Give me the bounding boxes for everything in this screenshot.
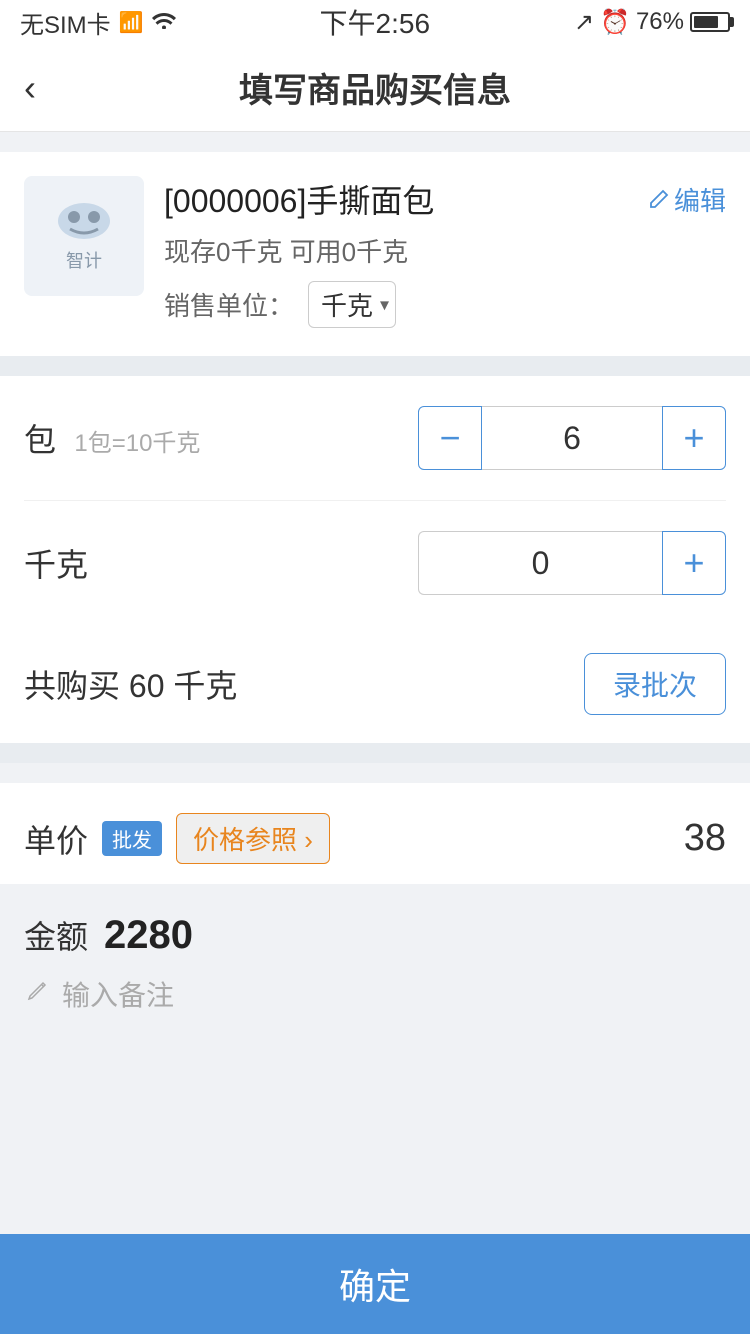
price-label-group: 单价 批发 价格参照 › [24, 813, 330, 864]
batch-button[interactable]: 录批次 [584, 653, 726, 715]
amount-section: 金额 2280 输入备注 [0, 884, 750, 1042]
kg-input-row: 千克 + [24, 501, 726, 625]
battery-icon [690, 12, 730, 32]
confirm-bar[interactable]: 确定 [0, 1234, 750, 1334]
remark-icon [24, 977, 52, 1012]
status-bar: 无SIM卡 📶 下午2:56 ↗ ⏰ 76% [0, 0, 750, 44]
price-tag-pifa: 批发 [102, 821, 162, 856]
alarm-icon: ⏰ [600, 8, 630, 37]
bao-minus-button[interactable]: − [418, 406, 482, 470]
unit-select[interactable]: 千克 ▾ [308, 281, 396, 328]
product-unit-row: 销售单位： 千克 ▾ [164, 281, 726, 328]
nav-bar: ‹ 填写商品购买信息 [0, 44, 750, 132]
bao-input-row: 包 1包=10千克 − + [24, 376, 726, 501]
bao-hint: 1包=10千克 [74, 430, 200, 457]
summary-text: 共购买 60 千克 [24, 661, 237, 707]
remark-placeholder: 输入备注 [62, 974, 174, 1014]
bao-qty-input[interactable] [482, 406, 662, 470]
divider-1 [0, 356, 750, 376]
back-button[interactable]: ‹ [24, 67, 36, 109]
kg-qty-input[interactable] [418, 531, 662, 595]
product-section: 智计 [0000006]手撕面包 编辑 现存0千克 可用0千克 销售单位： 千克… [0, 152, 750, 356]
sim-icon: 📶 [119, 10, 144, 35]
product-info: [0000006]手撕面包 编辑 现存0千克 可用0千克 销售单位： 千克 ▾ [164, 176, 726, 328]
status-right: ↗ ⏰ 76% [574, 8, 730, 37]
bao-plus-button[interactable]: + [662, 406, 726, 470]
kg-label: 千克 [24, 540, 88, 586]
bao-label: 包 [24, 422, 56, 458]
location-icon: ↗ [574, 8, 594, 37]
price-label: 单价 [24, 816, 88, 862]
product-name-row: [0000006]手撕面包 编辑 [164, 176, 726, 222]
price-row: 单价 批发 价格参照 › 38 [24, 813, 726, 864]
confirm-label: 确定 [339, 1258, 411, 1310]
price-ref-button[interactable]: 价格参照 › [176, 813, 330, 864]
edit-button[interactable]: 编辑 [648, 181, 726, 218]
bao-qty-control: − + [418, 406, 726, 470]
summary-section: 共购买 60 千克 录批次 [0, 625, 750, 743]
kg-plus-button[interactable]: + [662, 531, 726, 595]
wifi-icon [152, 8, 176, 36]
divider-2 [0, 743, 750, 763]
product-full-name: [0000006]手撕面包 [164, 176, 434, 222]
status-time: 下午2:56 [320, 2, 431, 42]
product-thumb-label: 智计 [66, 247, 102, 273]
quantity-section: 包 1包=10千克 − + 千克 + [0, 376, 750, 625]
status-left: 无SIM卡 📶 [20, 5, 176, 40]
amount-row: 金额 2280 [24, 912, 726, 958]
page-title: 填写商品购买信息 [239, 63, 511, 112]
amount-value: 2280 [104, 913, 193, 958]
battery-percent: 76% [636, 8, 684, 36]
price-value: 38 [684, 817, 726, 860]
price-section: 单价 批发 价格参照 › 38 [0, 783, 750, 884]
remark-row[interactable]: 输入备注 [24, 974, 726, 1042]
bao-label-group: 包 1包=10千克 [24, 415, 200, 461]
kg-qty-control: + [418, 531, 726, 595]
product-thumbnail: 智计 [24, 176, 144, 296]
unit-dropdown-icon: ▾ [380, 294, 389, 315]
carrier-label: 无SIM卡 [20, 5, 111, 40]
product-stock: 现存0千克 可用0千克 [164, 232, 726, 269]
amount-label: 金额 [24, 912, 88, 958]
unit-label: 销售单位： [164, 286, 294, 323]
